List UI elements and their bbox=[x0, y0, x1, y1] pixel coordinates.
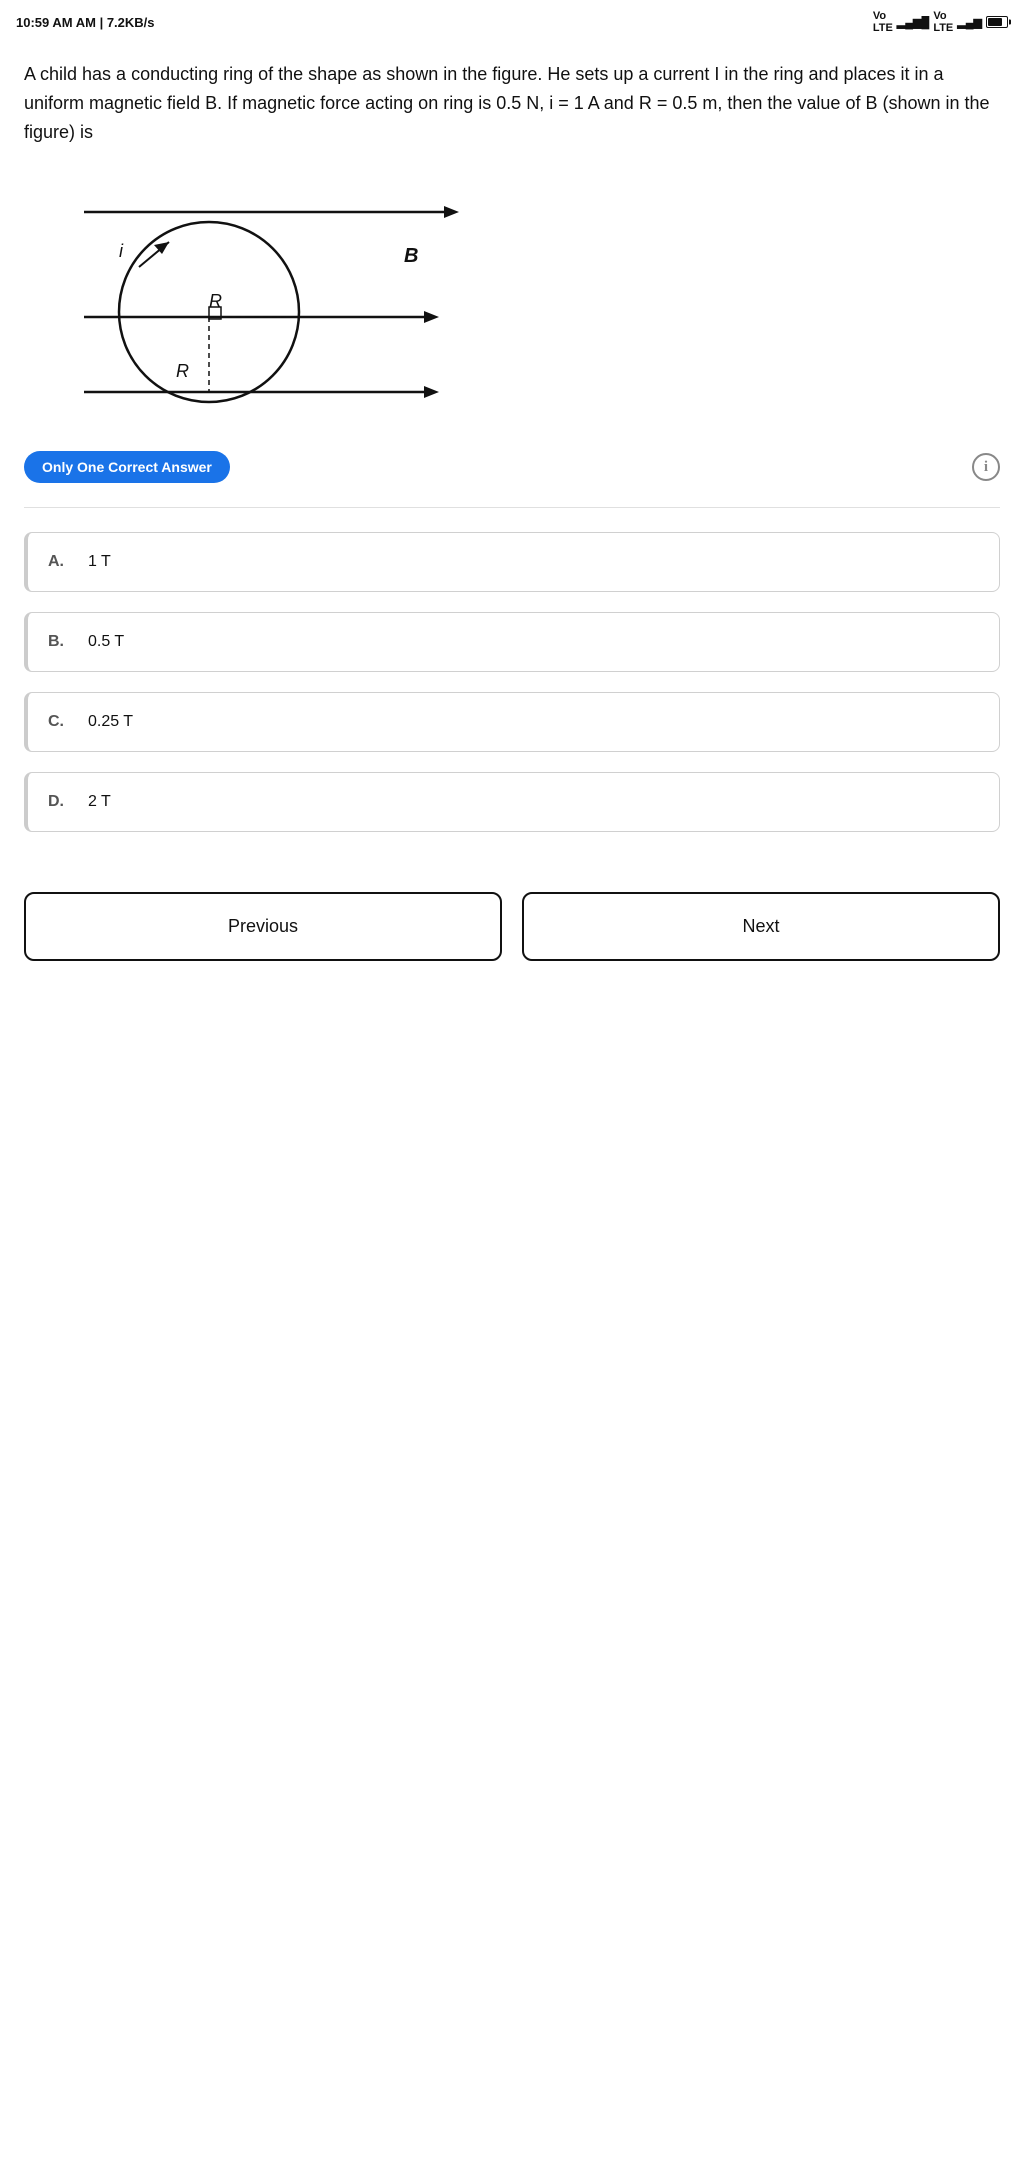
signal-bars-1: ▂▄▆█ bbox=[897, 16, 930, 29]
badge-row: Only One Correct Answer i bbox=[24, 451, 1000, 483]
answer-type-badge: Only One Correct Answer bbox=[24, 451, 230, 483]
option-a[interactable]: A. 1 T bbox=[24, 532, 1000, 592]
lte-icon-1: VoLTE bbox=[873, 10, 893, 34]
svg-text:i: i bbox=[119, 241, 124, 261]
question-text: A child has a conducting ring of the sha… bbox=[24, 60, 1000, 146]
option-c-value: 0.25 T bbox=[88, 713, 133, 731]
option-b-label: B. bbox=[48, 633, 72, 651]
option-c[interactable]: C. 0.25 T bbox=[24, 692, 1000, 752]
option-d-label: D. bbox=[48, 793, 72, 811]
diagram-container: i R R B bbox=[24, 162, 1000, 427]
option-d[interactable]: D. 2 T bbox=[24, 772, 1000, 832]
option-a-value: 1 T bbox=[88, 553, 111, 571]
navigation-buttons: Previous Next bbox=[0, 872, 1024, 993]
status-time-network: 10:59 AM AM | 7.2KB/s bbox=[16, 15, 155, 30]
status-bar: 10:59 AM AM | 7.2KB/s VoLTE ▂▄▆█ VoLTE ▂… bbox=[0, 0, 1024, 40]
physics-diagram: i R R B bbox=[24, 162, 484, 422]
option-b[interactable]: B. 0.5 T bbox=[24, 612, 1000, 672]
previous-button[interactable]: Previous bbox=[24, 892, 502, 961]
option-d-value: 2 T bbox=[88, 793, 111, 811]
signal-bars-2: ▂▄▆ bbox=[957, 16, 982, 29]
lte-icon-2: VoLTE bbox=[933, 10, 953, 34]
info-icon[interactable]: i bbox=[972, 453, 1000, 481]
option-b-value: 0.5 T bbox=[88, 633, 124, 651]
svg-text:R: R bbox=[209, 291, 222, 311]
battery-icon bbox=[986, 16, 1008, 28]
option-a-label: A. bbox=[48, 553, 72, 571]
svg-text:R: R bbox=[176, 361, 189, 381]
main-content: A child has a conducting ring of the sha… bbox=[0, 40, 1024, 832]
status-icons: VoLTE ▂▄▆█ VoLTE ▂▄▆ bbox=[873, 10, 1008, 34]
next-button[interactable]: Next bbox=[522, 892, 1000, 961]
svg-text:B: B bbox=[404, 245, 418, 267]
options-list: A. 1 T B. 0.5 T C. 0.25 T D. 2 T bbox=[24, 532, 1000, 832]
option-c-label: C. bbox=[48, 713, 72, 731]
section-divider bbox=[24, 507, 1000, 508]
